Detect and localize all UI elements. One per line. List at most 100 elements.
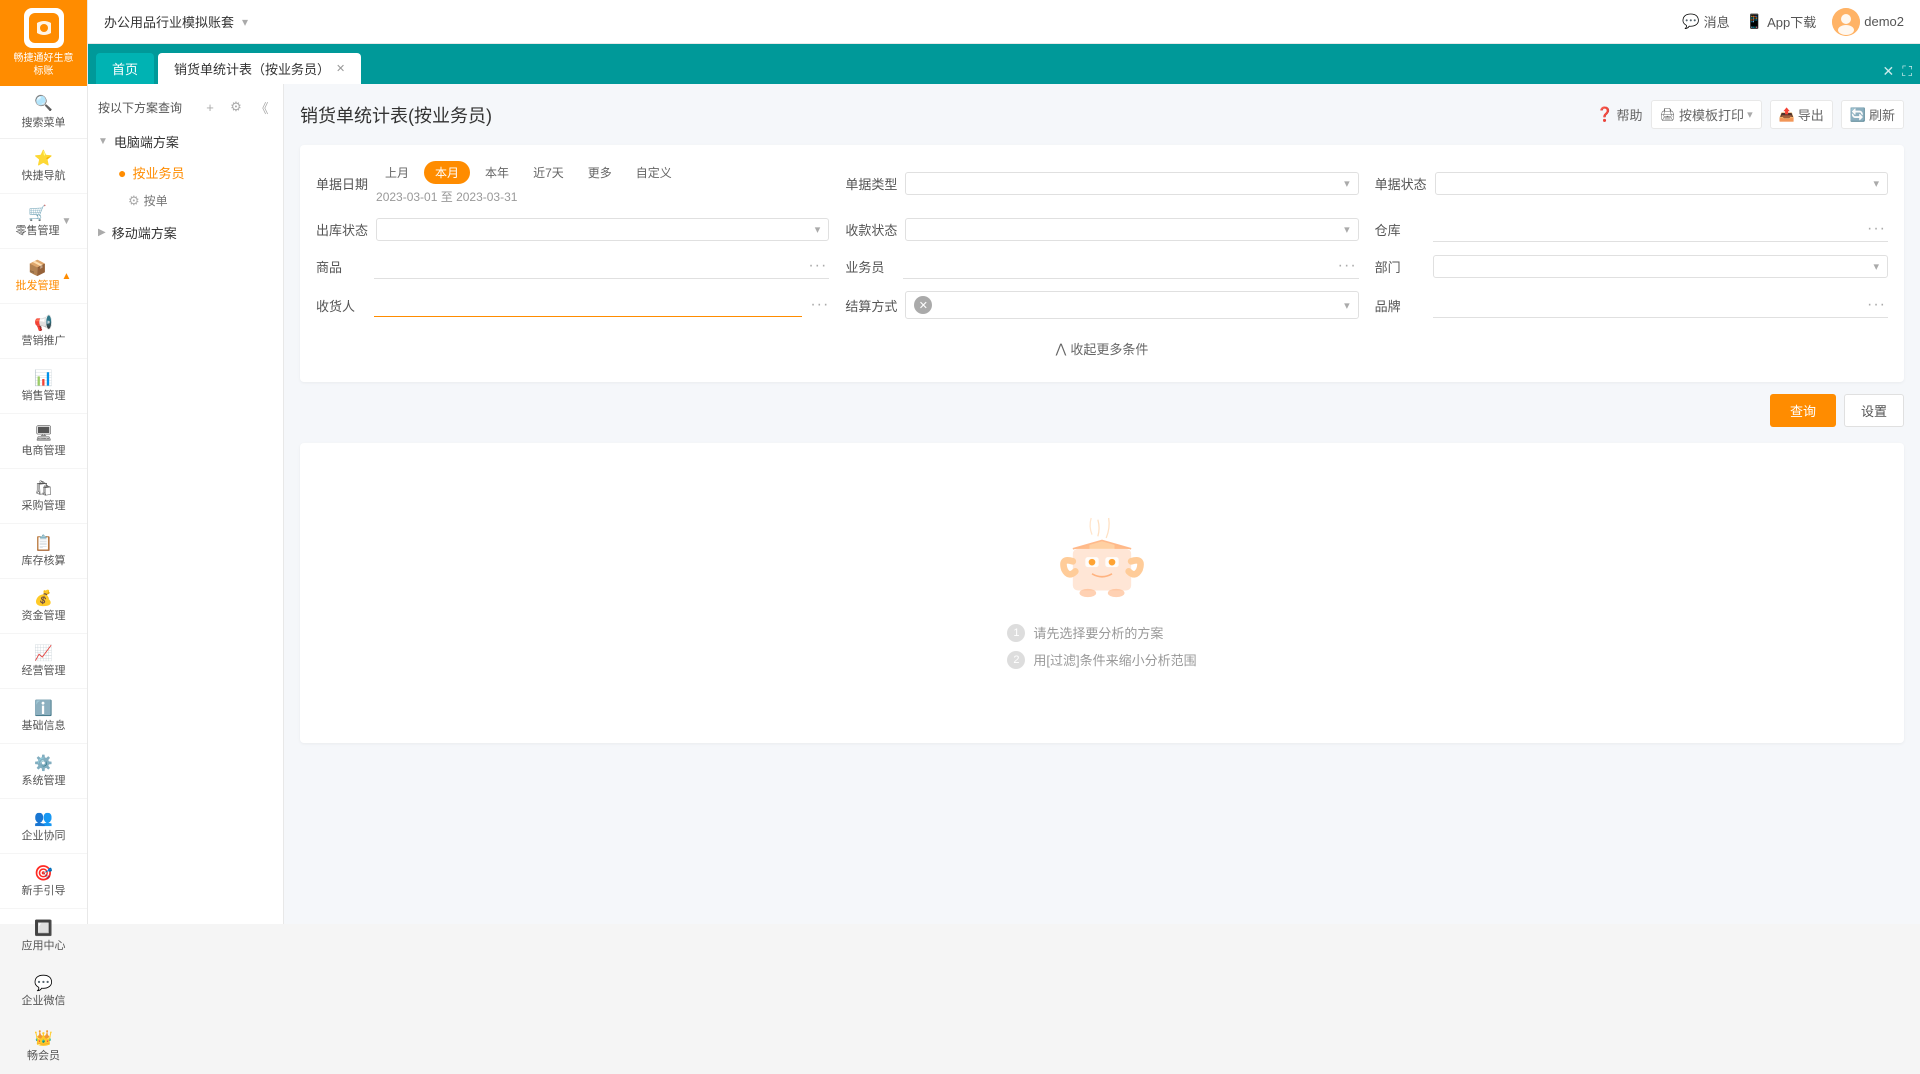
quicknav-icon: ⭐ (34, 149, 53, 167)
date-range-text: 2023-03-01 至 2023-03-31 (376, 190, 517, 204)
sidebar-item-appcenter[interactable]: 🔲 应用中心 (0, 909, 87, 964)
sidebar-item-sales[interactable]: 📊 销售管理 (0, 359, 87, 414)
collapse-panel-button[interactable]: 《 (251, 96, 273, 118)
department-arrow-icon: ▾ (1873, 260, 1879, 273)
wholesale-arrow: ▲ (62, 271, 72, 282)
desktop-section-title[interactable]: ▼ 电脑端方案 (88, 126, 283, 157)
avatar (1832, 8, 1860, 36)
receipt-status-select[interactable]: ▾ (905, 218, 1358, 241)
date-btn-more[interactable]: 更多 (579, 161, 621, 184)
basicinfo-icon: ℹ️ (34, 699, 53, 717)
sidebar-item-search[interactable]: 🔍 搜索菜单 (0, 86, 87, 139)
date-btn-lastmonth[interactable]: 上月 (376, 161, 418, 184)
salesman-more-icon[interactable]: ··· (1338, 258, 1357, 274)
brand-input-area: ··· (1433, 293, 1888, 318)
product-more-icon[interactable]: ··· (808, 258, 827, 274)
topbar-right: 💬 消息 📱 App下载 demo2 (1682, 8, 1904, 36)
doc-status-select[interactable]: ▾ (1435, 172, 1888, 195)
sidebar-item-finance[interactable]: 💰 资金管理 (0, 579, 87, 634)
left-panel-title: 按以下方案查询 (98, 99, 182, 116)
left-panel: 按以下方案查询 + ⚙ 《 ▼ 电脑端方案 (88, 84, 284, 924)
sidebar-item-marketing[interactable]: 📢 营销推广 (0, 304, 87, 359)
sidebar-collab-label: 企业协同 (22, 827, 66, 843)
date-btn-thismonth[interactable]: 本月 (424, 161, 470, 184)
doc-type-select[interactable]: ▾ (905, 172, 1358, 195)
ship-status-select[interactable]: ▾ (376, 218, 829, 241)
scheme-by-order[interactable]: ⚙ 按单 (88, 188, 283, 213)
brand-more-icon[interactable]: ··· (1867, 297, 1886, 313)
sidebar-item-collab[interactable]: 👥 企业协同 (0, 799, 87, 854)
sidebar-purchase-label: 采购管理 (22, 497, 66, 513)
export-label: 导出 (1798, 105, 1824, 124)
sidebar: 畅捷通好生意 标账 🔍 搜索菜单 ⭐ 快捷导航 🛒 零售管理 ▼ 📦 批发管理 … (0, 0, 88, 924)
filter-salesman: 业务员 ··· (845, 254, 1358, 279)
consignee-more-icon[interactable]: ··· (810, 297, 829, 313)
sidebar-item-basicinfo[interactable]: ℹ️ 基础信息 (0, 689, 87, 744)
message-icon: 💬 (1682, 13, 1699, 30)
user-avatar-area[interactable]: demo2 (1832, 8, 1904, 36)
filter-department: 部门 ▾ (1375, 254, 1888, 279)
sidebar-item-inventory[interactable]: 📋 库存核算 (0, 524, 87, 579)
settlement-label: 结算方式 (845, 296, 897, 315)
sidebar-item-operations[interactable]: 📈 经营管理 (0, 634, 87, 689)
tab-maximize-button[interactable]: ⛶ (1902, 63, 1912, 80)
topbar-dropdown-icon[interactable]: ▾ (242, 15, 248, 29)
add-scheme-button[interactable]: + (199, 96, 221, 118)
print-button[interactable]: 🖨 按模板打印 ▾ (1651, 100, 1762, 129)
date-btn-thisyear[interactable]: 本年 (476, 161, 518, 184)
settlement-select[interactable]: ✕ ▾ (905, 291, 1358, 319)
setting-button[interactable]: 设置 (1844, 394, 1904, 427)
tab-home[interactable]: 首页 (96, 53, 154, 84)
sidebar-item-sysadmin[interactable]: ⚙️ 系统管理 (0, 744, 87, 799)
sidebar-newuser-label: 新手引导 (22, 882, 66, 898)
refresh-label: 刷新 (1869, 105, 1895, 124)
doc-status-label: 单据状态 (1375, 174, 1427, 193)
help-icon: ❓ (1596, 106, 1613, 123)
refresh-button[interactable]: 🔄 刷新 (1841, 100, 1904, 129)
export-button[interactable]: 📤 导出 (1770, 100, 1833, 129)
main-area: 办公用品行业模拟账套 ▾ 💬 消息 📱 App下载 de (88, 0, 1920, 924)
sidebar-item-purchase[interactable]: 🛍 采购管理 (0, 469, 87, 524)
topbar-left: 办公用品行业模拟账套 ▾ (104, 12, 248, 31)
filter-warehouse: 仓库 ··· (1375, 217, 1888, 242)
sidebar-item-newuser[interactable]: 🎯 新手引导 (0, 854, 87, 909)
query-button[interactable]: 查询 (1770, 394, 1836, 427)
settlement-clear-button[interactable]: ✕ (914, 296, 932, 314)
department-select[interactable]: ▾ (1433, 255, 1888, 278)
sidebar-retail-label: 零售管理 (16, 222, 60, 238)
tab-close-icon[interactable]: ✕ (336, 62, 345, 75)
collab-icon: 👥 (34, 809, 53, 827)
sidebar-item-ecommerce[interactable]: 🖥 电商管理 (0, 414, 87, 469)
sidebar-item-corpwechat[interactable]: 💬 企业微信 (0, 964, 87, 1019)
scheme-by-salesman[interactable]: ● 按业务员 (88, 157, 283, 188)
sales-stat-tab-label: 销货单统计表（按业务员） (174, 59, 330, 78)
sidebar-logo[interactable]: 畅捷通好生意 标账 (0, 0, 87, 86)
date-filter-controls: 上月 本月 本年 近7天 更多 自定义 2023-03-01 至 2023-03… (376, 161, 829, 205)
app-download-button[interactable]: 📱 App下载 (1746, 12, 1817, 31)
consignee-input[interactable] (374, 293, 802, 317)
collapse-filter-button[interactable]: ⋀ 收起更多条件 (316, 331, 1888, 366)
sidebar-item-retail[interactable]: 🛒 零售管理 ▼ (0, 194, 87, 249)
sidebar-item-quicknav[interactable]: ⭐ 快捷导航 (0, 139, 87, 194)
message-button[interactable]: 💬 消息 (1682, 12, 1729, 31)
sidebar-item-wholesale[interactable]: 📦 批发管理 ▲ (0, 249, 87, 304)
date-btn-7days[interactable]: 近7天 (524, 161, 573, 184)
date-btn-custom[interactable]: 自定义 (627, 161, 681, 184)
settings-scheme-button[interactable]: ⚙ (225, 96, 247, 118)
tab-close-button[interactable]: ✕ (1882, 63, 1894, 80)
desktop-section-label: 电脑端方案 (114, 132, 179, 151)
date-filter-label: 单据日期 (316, 174, 368, 193)
help-button[interactable]: ❓ 帮助 (1596, 105, 1642, 124)
department-label: 部门 (1375, 257, 1425, 276)
receipt-status-arrow-icon: ▾ (1344, 223, 1350, 236)
tab-sales-stat[interactable]: 销货单统计表（按业务员） ✕ (158, 53, 361, 84)
sidebar-sales-label: 销售管理 (22, 387, 66, 403)
warehouse-more-icon[interactable]: ··· (1867, 221, 1886, 237)
sidebar-item-member[interactable]: 👑 畅会员 (0, 1019, 87, 1074)
topbar: 办公用品行业模拟账套 ▾ 💬 消息 📱 App下载 de (88, 0, 1920, 44)
filter-consignee: 收货人 ··· (316, 291, 829, 319)
sidebar-inventory-label: 库存核算 (22, 552, 66, 568)
sidebar-operations-label: 经营管理 (22, 662, 66, 678)
inventory-icon: 📋 (34, 534, 53, 552)
mobile-section-title[interactable]: ▶ 移动端方案 (88, 217, 283, 248)
